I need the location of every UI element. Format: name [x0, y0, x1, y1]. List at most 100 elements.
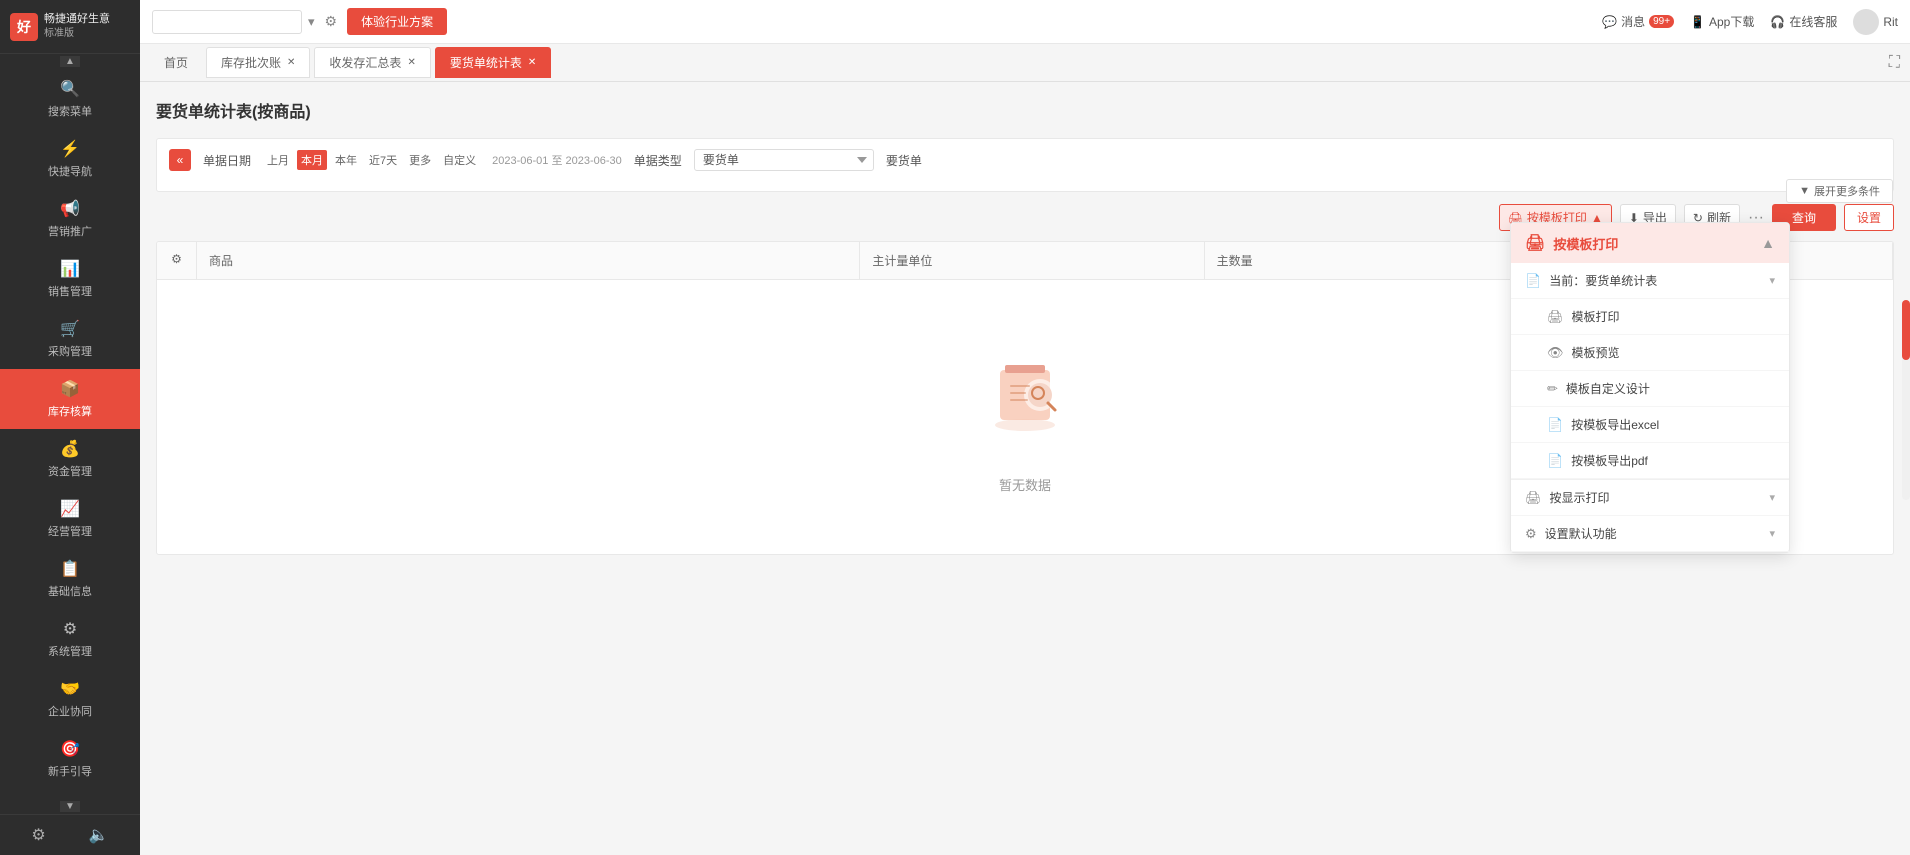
speaker-icon[interactable]: 🔈: [89, 825, 109, 845]
current-template-chevron: ▾: [1769, 274, 1775, 287]
tab-bar: 首页 库存批次账 ✕ 收发存汇总表 ✕ 要货单统计表 ✕ ⛶: [140, 44, 1910, 82]
scroll-up-btn[interactable]: ▲: [60, 56, 80, 67]
tab-close-inventory-batch[interactable]: ✕: [287, 57, 295, 68]
trial-btn[interactable]: 体验行业方案: [347, 8, 447, 35]
type-select[interactable]: 要货单: [694, 149, 874, 171]
date-btn-more[interactable]: 更多: [405, 150, 435, 170]
dropdown-template-excel[interactable]: 📄 按模板导出excel: [1511, 407, 1789, 443]
tab-actions: ⛶: [1889, 54, 1900, 72]
expand-more-btn[interactable]: ▼ 展开更多条件: [1786, 179, 1893, 203]
empty-illustration: [975, 340, 1075, 459]
sidebar-item-sales[interactable]: 📊 销售管理: [0, 249, 140, 309]
dropdown-set-default[interactable]: ⚙ 设置默认功能 ▾: [1511, 516, 1789, 552]
sidebar-item-quick-nav[interactable]: ⚡ 快捷导航: [0, 129, 140, 189]
template-print-icon: 🖨: [1547, 309, 1564, 325]
app-download-btn[interactable]: 📱 App下载: [1690, 13, 1754, 30]
search-icon: 🔍: [60, 79, 80, 99]
dropdown-template-print[interactable]: 🖨 模板打印: [1511, 299, 1789, 335]
sidebar-item-app-center[interactable]: 🔲 应用中心: [0, 789, 140, 799]
sidebar-item-system[interactable]: ⚙ 系统管理: [0, 609, 140, 669]
yaohuodan-label: 要货单: [886, 152, 922, 169]
col-unit: 主计量单位: [860, 242, 1204, 279]
settings-icon[interactable]: ⚙: [31, 825, 45, 845]
expand-icon: ▼: [1799, 185, 1810, 197]
date-range-display: 2023-06-01 至 2023-06-30: [492, 152, 622, 168]
logo-icon: 好: [10, 13, 38, 41]
app-logo: 好 畅捷通好生意 标准版: [0, 0, 140, 54]
dropdown-template-preview[interactable]: 👁 模板预览: [1511, 335, 1789, 371]
user-area[interactable]: Rit: [1853, 9, 1898, 35]
col-settings[interactable]: ⚙: [157, 242, 197, 279]
main-area: ▾ ⚙ 体验行业方案 💬 消息 99+ 📱 App下载 🎧 在线客服 Rit: [140, 0, 1910, 855]
dropdown-display-print[interactable]: 🖨 按显示打印 ▾: [1511, 480, 1789, 516]
sidebar-item-cooperation[interactable]: 🤝 企业协同: [0, 669, 140, 729]
sidebar-item-purchase[interactable]: 🛒 采购管理: [0, 309, 140, 369]
date-btn-custom[interactable]: 自定义: [439, 150, 480, 170]
sidebar-item-marketing[interactable]: 📢 营销推广: [0, 189, 140, 249]
dropdown-header: 🖨 按模板打印 ▲: [1511, 223, 1789, 263]
settings-btn[interactable]: 设置: [1844, 204, 1894, 231]
marketing-icon: 📢: [60, 199, 80, 219]
topbar-search-area: ▾: [152, 10, 315, 34]
filter-collapse-btn[interactable]: «: [169, 149, 191, 171]
dropdown-template-design[interactable]: ✏ 模板自定义设计: [1511, 371, 1789, 407]
empty-text: 暂无数据: [999, 475, 1051, 494]
date-label: 单据日期: [203, 152, 251, 169]
display-print-icon: 🖨: [1525, 490, 1542, 506]
topbar-gear-icon[interactable]: ⚙: [325, 13, 338, 30]
filter-row: « 单据日期 上月 本月 本年 近7天 更多 自定义 2023-06-01 至 …: [169, 149, 1881, 171]
topbar: ▾ ⚙ 体验行业方案 💬 消息 99+ 📱 App下载 🎧 在线客服 Rit: [140, 0, 1910, 44]
date-btn-last-month[interactable]: 上月: [263, 150, 293, 170]
sidebar-item-operations[interactable]: 📈 经营管理: [0, 489, 140, 549]
date-btn-this-month[interactable]: 本月: [297, 150, 327, 170]
dropdown-template-pdf[interactable]: 📄 按模板导出pdf: [1511, 443, 1789, 479]
tab-inventory-batch[interactable]: 库存批次账 ✕: [206, 47, 310, 78]
avatar: [1853, 9, 1879, 35]
tab-close-order-stats[interactable]: ✕: [528, 57, 536, 68]
dropdown-close-btn[interactable]: ▲: [1761, 235, 1775, 251]
sidebar-item-basic-info[interactable]: 📋 基础信息: [0, 549, 140, 609]
content-area: 要货单统计表(按商品) « 单据日期 上月 本月 本年 近7天 更多 自定义 2…: [140, 82, 1910, 855]
col-product: 商品: [197, 242, 860, 279]
date-buttons: 上月 本月 本年 近7天 更多 自定义: [263, 150, 480, 170]
dropdown-arrow-icon[interactable]: ▾: [308, 14, 315, 30]
download-icon: 📱: [1690, 15, 1705, 29]
guide-icon: 🎯: [60, 739, 80, 759]
scrollbar-thumb[interactable]: [1902, 300, 1910, 360]
tab-order-stats[interactable]: 要货单统计表 ✕: [435, 47, 551, 78]
display-print-chevron: ▾: [1769, 491, 1775, 504]
sidebar-bottom: ⚙ 🔈: [0, 814, 140, 855]
operations-icon: 📈: [60, 499, 80, 519]
sidebar-nav: 🔍 搜索菜单 ⚡ 快捷导航 📢 营销推广 📊 销售管理 🛒 采购管理 📦 库存核…: [0, 69, 140, 799]
tab-close-receipt-summary[interactable]: ✕: [407, 57, 415, 68]
date-btn-this-year[interactable]: 本年: [331, 150, 361, 170]
tab-receipt-summary[interactable]: 收发存汇总表 ✕: [314, 47, 430, 78]
dropdown-current-template[interactable]: 📄 当前：要货单统计表 ▾: [1511, 263, 1789, 299]
message-btn[interactable]: 💬 消息 99+: [1602, 13, 1674, 30]
tab-home[interactable]: 首页: [150, 48, 202, 77]
template-icon: 📄: [1525, 273, 1541, 289]
tab-maximize-icon[interactable]: ⛶: [1889, 54, 1900, 72]
print-dropdown-panel: 🖨 按模板打印 ▲ 📄 当前：要货单统计表 ▾ 🖨 模板打印 👁 模板预览: [1510, 222, 1790, 553]
scroll-down-btn[interactable]: ▼: [60, 801, 80, 812]
template-excel-icon: 📄: [1547, 417, 1563, 433]
search-input[interactable]: [152, 10, 302, 34]
right-scrollbar[interactable]: [1902, 300, 1910, 500]
inventory-icon: 📦: [60, 379, 80, 399]
topbar-right: 💬 消息 99+ 📱 App下载 🎧 在线客服 Rit: [1602, 9, 1898, 35]
sidebar-item-guide[interactable]: 🎯 新手引导: [0, 729, 140, 789]
date-btn-7days[interactable]: 近7天: [365, 150, 401, 170]
sidebar-item-inventory[interactable]: 📦 库存核算: [0, 369, 140, 429]
system-icon: ⚙: [63, 619, 77, 639]
online-service-btn[interactable]: 🎧 在线客服: [1770, 13, 1837, 30]
cooperation-icon: 🤝: [60, 679, 80, 699]
filter-bar: « 单据日期 上月 本月 本年 近7天 更多 自定义 2023-06-01 至 …: [156, 138, 1894, 192]
template-preview-icon: 👁: [1547, 345, 1564, 361]
sidebar-item-finance[interactable]: 💰 资金管理: [0, 429, 140, 489]
message-icon: 💬: [1602, 15, 1617, 29]
set-default-icon: ⚙: [1525, 526, 1537, 542]
template-pdf-icon: 📄: [1547, 453, 1563, 469]
sidebar-item-search[interactable]: 🔍 搜索菜单: [0, 69, 140, 129]
template-design-icon: ✏: [1547, 381, 1558, 397]
set-default-chevron: ▾: [1769, 527, 1775, 540]
